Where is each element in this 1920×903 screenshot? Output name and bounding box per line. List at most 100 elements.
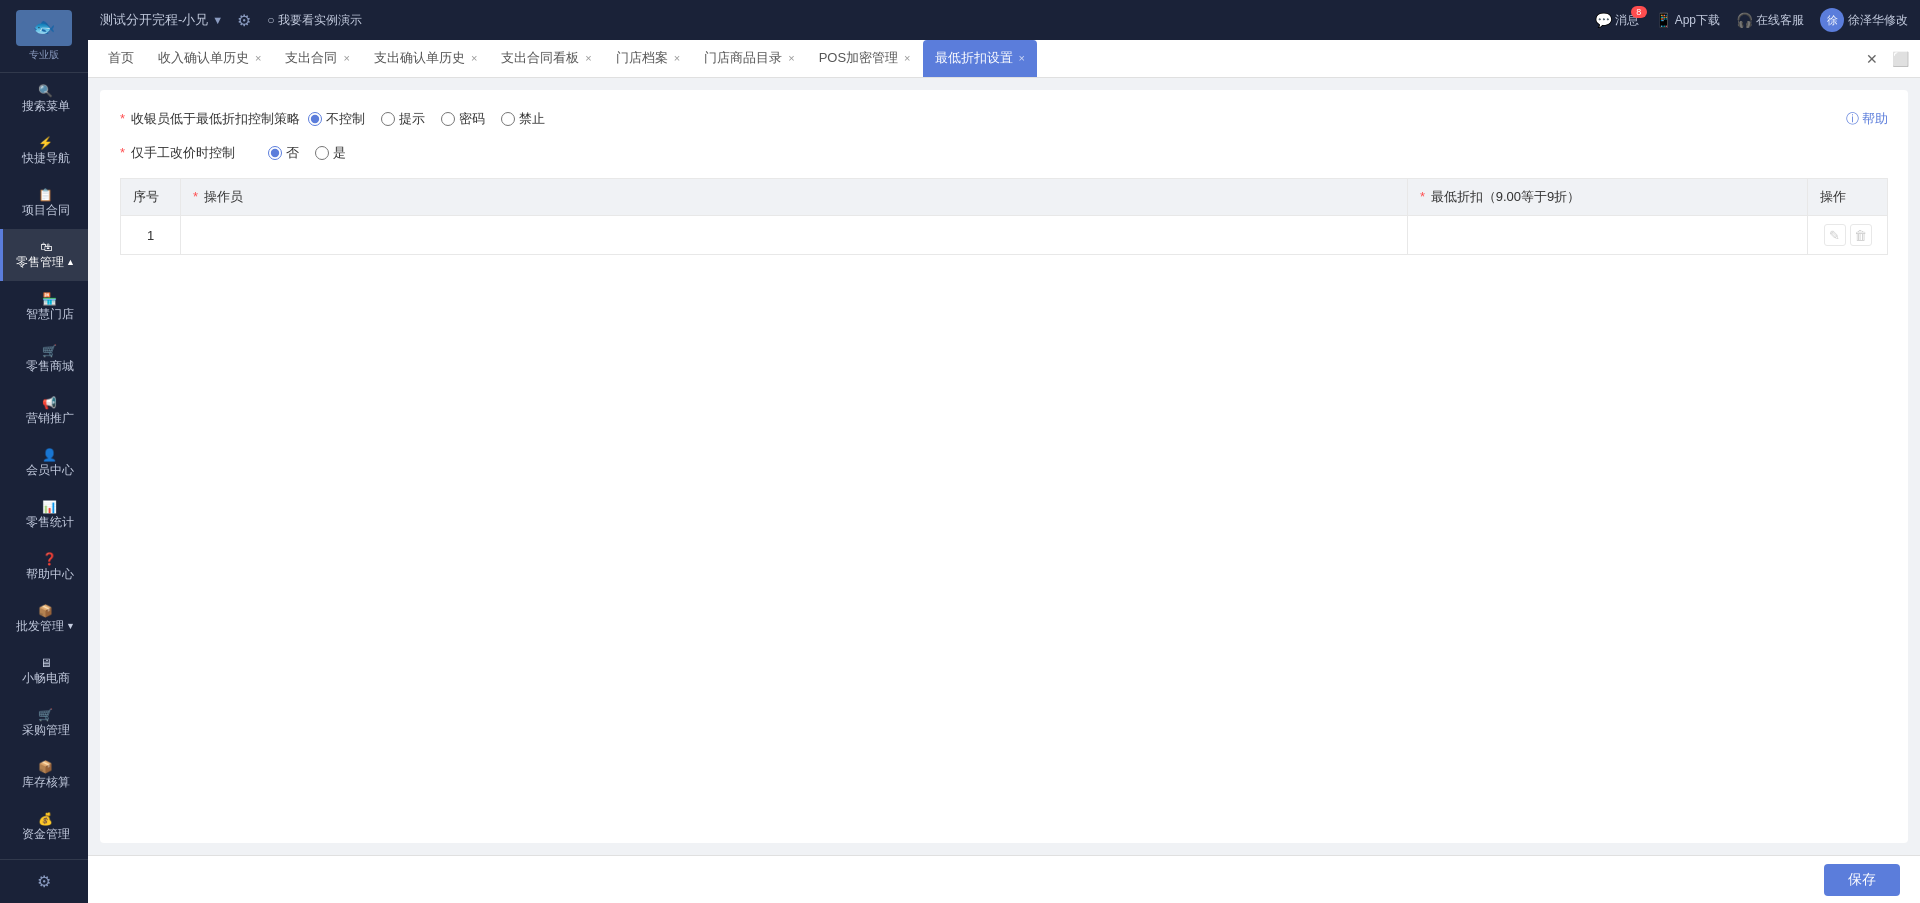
required-indicator: * bbox=[120, 145, 125, 160]
tab-close-icon[interactable]: × bbox=[788, 52, 794, 64]
message-button[interactable]: 💬 消息 8 bbox=[1595, 12, 1639, 29]
delete-button[interactable]: 🗑 bbox=[1850, 224, 1872, 246]
sidebar-item-label: 帮助中心 bbox=[26, 566, 74, 583]
help-label: 帮助 bbox=[1862, 110, 1888, 128]
sidebar-item-label: 会员中心 bbox=[26, 462, 74, 479]
sidebar-item-wholesale[interactable]: 📦 批发管理 ▼ bbox=[0, 593, 88, 645]
avatar: 徐 bbox=[1820, 8, 1844, 32]
project-dropdown-icon: ▼ bbox=[212, 14, 223, 26]
manual-yes-radio[interactable] bbox=[315, 146, 329, 160]
manual-yes-option[interactable]: 是 bbox=[315, 144, 346, 162]
manual-no-option[interactable]: 否 bbox=[268, 144, 299, 162]
tab-label: 门店档案 bbox=[616, 49, 668, 67]
sidebar-item-marketing[interactable]: 📢 营销推广 bbox=[0, 385, 88, 437]
strategy-forbid-option[interactable]: 禁止 bbox=[501, 110, 545, 128]
sidebar-item-purchase[interactable]: 🛒 采购管理 bbox=[0, 697, 88, 749]
save-button[interactable]: 保存 bbox=[1824, 864, 1900, 896]
strategy-no-control-option[interactable]: 不控制 bbox=[308, 110, 365, 128]
sidebar-item-label: 小畅电商 bbox=[22, 670, 70, 687]
tab-pos-password[interactable]: POS加密管理 × bbox=[807, 40, 923, 78]
help-circle-icon: ⓘ bbox=[1846, 110, 1859, 128]
tab-income-history[interactable]: 收入确认单历史 × bbox=[146, 40, 273, 78]
strategy-password-option[interactable]: 密码 bbox=[441, 110, 485, 128]
edit-button[interactable]: ✎ bbox=[1824, 224, 1846, 246]
inventory-icon: 📦 bbox=[38, 760, 53, 774]
sidebar-item-shortcut[interactable]: ⚡ 快捷导航 bbox=[0, 125, 88, 177]
topbar-demo[interactable]: ○ 我要看实例演示 bbox=[267, 12, 362, 29]
tab-close-all-button[interactable]: ✕ bbox=[1860, 47, 1884, 71]
member-icon: 👤 bbox=[42, 448, 57, 462]
tab-store-file[interactable]: 门店档案 × bbox=[604, 40, 692, 78]
app-download-label: App下载 bbox=[1675, 12, 1720, 29]
sidebar-bottom: ⚙ bbox=[0, 859, 88, 903]
tab-store-goods[interactable]: 门店商品目录 × bbox=[692, 40, 806, 78]
tab-close-icon[interactable]: × bbox=[1019, 52, 1025, 64]
action-buttons: ✎ 🗑 bbox=[1820, 224, 1875, 246]
row-operator bbox=[181, 216, 1408, 255]
username: 徐泽华修改 bbox=[1848, 12, 1908, 29]
customer-service-icon: 🎧 bbox=[1736, 12, 1753, 28]
tab-close-icon[interactable]: × bbox=[674, 52, 680, 64]
app-download-button[interactable]: 📱 App下载 bbox=[1655, 12, 1720, 29]
topbar-settings-button[interactable]: ⚙ bbox=[237, 11, 251, 30]
tab-close-icon[interactable]: × bbox=[255, 52, 261, 64]
col-header-action: 操作 bbox=[1808, 179, 1888, 216]
chevron-up-icon: ▲ bbox=[66, 257, 75, 267]
strategy-label: * 收银员低于最低折扣控制策略 bbox=[120, 110, 300, 128]
manual-form-row: * 仅手工改价时控制 否 是 bbox=[120, 144, 1888, 162]
topbar-project[interactable]: 测试分开完程-小兄 ▼ bbox=[100, 11, 227, 29]
sidebar-item-retail-mgmt[interactable]: 🛍 零售管理 ▲ bbox=[0, 229, 88, 281]
message-badge: 8 bbox=[1631, 6, 1647, 18]
stats-icon: 📊 bbox=[42, 500, 57, 514]
sidebar-item-search[interactable]: 🔍 搜索菜单 bbox=[0, 73, 88, 125]
tab-more-button[interactable]: ⬜ bbox=[1888, 47, 1912, 71]
sidebar-item-project-contract[interactable]: 📋 项目合同 bbox=[0, 177, 88, 229]
manual-no-radio[interactable] bbox=[268, 146, 282, 160]
tab-close-icon[interactable]: × bbox=[585, 52, 591, 64]
tab-home[interactable]: 首页 bbox=[96, 40, 146, 78]
project-name: 测试分开完程-小兄 bbox=[100, 11, 208, 29]
sidebar-item-smart-store[interactable]: 🏪 智慧门店 bbox=[0, 281, 88, 333]
tab-label: 支出合同看板 bbox=[501, 49, 579, 67]
tab-label: 最低折扣设置 bbox=[935, 49, 1013, 67]
strategy-no-control-radio[interactable] bbox=[308, 112, 322, 126]
sidebar-item-label: 库存核算 bbox=[22, 774, 70, 791]
sidebar-item-label: 零售统计 bbox=[26, 514, 74, 531]
required-indicator: * bbox=[120, 111, 125, 126]
col-header-seq: 序号 bbox=[121, 179, 181, 216]
marketing-icon: 📢 bbox=[42, 396, 57, 410]
strategy-password-radio[interactable] bbox=[441, 112, 455, 126]
strategy-remind-option[interactable]: 提示 bbox=[381, 110, 425, 128]
tab-close-icon[interactable]: × bbox=[904, 52, 910, 64]
tab-pay-contract[interactable]: 支出合同 × bbox=[273, 40, 361, 78]
topbar: 测试分开完程-小兄 ▼ ⚙ ○ 我要看实例演示 💬 消息 8 📱 App下载 🎧… bbox=[88, 0, 1920, 40]
tab-min-discount[interactable]: 最低折扣设置 × bbox=[923, 40, 1037, 78]
sidebar-item-member-center[interactable]: 👤 会员中心 bbox=[0, 437, 88, 489]
settings-button[interactable]: ⚙ bbox=[37, 872, 51, 891]
strategy-remind-radio[interactable] bbox=[381, 112, 395, 126]
row-seq: 1 bbox=[121, 216, 181, 255]
manual-radio-group: 否 是 bbox=[268, 144, 346, 162]
strategy-radio-group: 不控制 提示 密码 禁止 bbox=[308, 110, 545, 128]
sidebar-item-help-center[interactable]: ❓ 帮助中心 bbox=[0, 541, 88, 593]
tab-close-icon[interactable]: × bbox=[471, 52, 477, 64]
col-header-discount: * 最低折扣（9.00等于9折） bbox=[1408, 179, 1808, 216]
customer-service-label: 在线客服 bbox=[1756, 12, 1804, 29]
customer-service-button[interactable]: 🎧 在线客服 bbox=[1736, 12, 1804, 29]
tab-pay-history[interactable]: 支出确认单历史 × bbox=[362, 40, 489, 78]
discount-table: 序号 * 操作员 * 最低折扣（9.00等于9折） 操作 bbox=[120, 178, 1888, 255]
sidebar-item-retail-stats[interactable]: 📊 零售统计 bbox=[0, 489, 88, 541]
app-download-icon: 📱 bbox=[1655, 12, 1672, 28]
help-button[interactable]: ⓘ 帮助 bbox=[1846, 110, 1888, 128]
user-menu[interactable]: 徐 徐泽华修改 bbox=[1820, 8, 1908, 32]
shortcut-icon: ⚡ bbox=[38, 136, 53, 150]
tab-close-icon[interactable]: × bbox=[343, 52, 349, 64]
sidebar-item-retail-mall[interactable]: 🛒 零售商城 bbox=[0, 333, 88, 385]
topbar-right: 💬 消息 8 📱 App下载 🎧 在线客服 徐 徐泽华修改 bbox=[1595, 8, 1908, 32]
sidebar: 🐟 专业版 🔍 搜索菜单 ⚡ 快捷导航 📋 项目合同 🛍 零售管理 ▲ 🏪 智慧… bbox=[0, 0, 88, 903]
sidebar-item-inventory[interactable]: 📦 库存核算 bbox=[0, 749, 88, 801]
strategy-forbid-radio[interactable] bbox=[501, 112, 515, 126]
sidebar-item-ecommerce[interactable]: 🖥 小畅电商 bbox=[0, 645, 88, 697]
sidebar-item-finance[interactable]: 💰 资金管理 bbox=[0, 801, 88, 853]
tab-pay-board[interactable]: 支出合同看板 × bbox=[489, 40, 603, 78]
